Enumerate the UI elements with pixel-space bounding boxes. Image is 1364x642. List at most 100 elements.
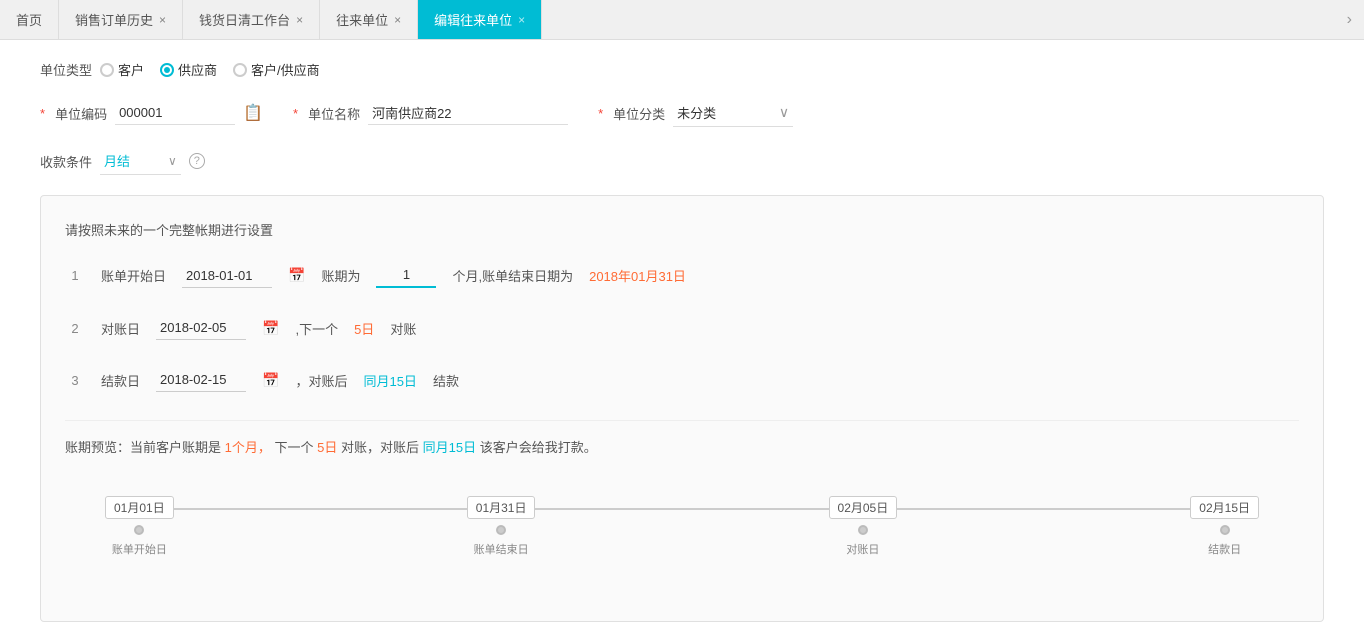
timeline-label-1: 账单开始日 (112, 541, 167, 557)
chevron-down-payment-icon: ∨ (168, 154, 177, 168)
account-start-desc-suffix: 个月,账单结束日期为 (452, 266, 573, 285)
radio-supplier[interactable]: 供应商 (160, 60, 217, 79)
tab-sales-order-history-label: 销售订单历史 (75, 10, 153, 29)
unit-classify-label: 单位分类 (613, 104, 665, 123)
timeline-dot-1 (134, 525, 144, 535)
timeline-label-4: 结款日 (1208, 541, 1241, 557)
timeline-date-1: 01月01日 (105, 496, 174, 519)
reconciliation-desc-suffix: 对账 (390, 319, 416, 338)
preview-text: 账期预览：当前客户账期是 1个月， 下一个 5日 对账，对账后 同月15日 该客… (65, 437, 1299, 456)
tab-bar: 首页 销售订单历史 × 钱货日清工作台 × 往来单位 × 编辑往来单位 × › (0, 0, 1364, 40)
unit-name-required: * (293, 106, 298, 121)
tab-edit-related-unit-close[interactable]: × (518, 13, 525, 27)
tab-cash-goods-work-close[interactable]: × (296, 13, 303, 27)
unit-classify-group: * 单位分类 未分类 ∨ (598, 99, 793, 127)
timeline-node-1: 01月01日 账单开始日 (105, 496, 174, 557)
help-icon[interactable]: ? (189, 153, 205, 169)
unit-code-required: * (40, 106, 45, 121)
timeline-node-3: 02月05日 对账日 (829, 496, 898, 557)
tab-related-unit-close[interactable]: × (394, 13, 401, 27)
period-input[interactable] (376, 263, 436, 288)
preview-part4: 对账，对账后 (341, 440, 419, 455)
unit-type-row: 单位类型 客户 供应商 客户/供应商 (40, 60, 1324, 79)
unit-classify-required: * (598, 106, 603, 121)
unit-classify-value: 未分类 (677, 103, 716, 122)
account-start-desc-prefix: 账期为 (321, 266, 360, 285)
tab-edit-related-unit-label: 编辑往来单位 (434, 10, 512, 29)
unit-classify-select[interactable]: 未分类 ∨ (673, 99, 793, 127)
unit-name-group: * 单位名称 (293, 101, 568, 125)
unit-info-row: * 单位编码 📋 * 单位名称 * 单位分类 未分类 ∨ (40, 99, 1324, 127)
tab-scroll-arrow[interactable]: › (1335, 11, 1364, 29)
settlement-label: 结款日 (101, 371, 140, 390)
unit-code-input[interactable] (115, 101, 235, 125)
reconciliation-calendar-icon[interactable]: 📅 (262, 320, 279, 337)
settlement-row: 3 结款日 📅 ，对账后 同月15日 结款 (65, 368, 1299, 392)
timeline-date-4: 02月15日 (1190, 496, 1259, 519)
reconciliation-label: 对账日 (101, 319, 140, 338)
tab-home[interactable]: 首页 (0, 0, 59, 39)
payment-condition-label: 收款条件 (40, 152, 92, 171)
radio-customer-supplier-label: 客户/供应商 (251, 60, 320, 79)
unit-name-input[interactable] (368, 101, 568, 125)
radio-customer[interactable]: 客户 (100, 60, 144, 79)
reconciliation-date-input[interactable] (156, 316, 246, 340)
preview-part2: 下一个 (275, 440, 314, 455)
unit-name-label: 单位名称 (308, 104, 360, 123)
payment-condition-group: 收款条件 月结 ∨ ? (40, 147, 205, 175)
radio-supplier-label: 供应商 (178, 60, 217, 79)
row-number-1: 1 (65, 268, 85, 283)
tab-edit-related-unit[interactable]: 编辑往来单位 × (418, 0, 542, 39)
row-number-3: 3 (65, 373, 85, 388)
tab-cash-goods-work-label: 钱货日清工作台 (199, 10, 290, 29)
reconciliation-row: 2 对账日 📅 ,下一个 5日 对账 (65, 316, 1299, 340)
radio-customer-label: 客户 (118, 60, 144, 79)
timeline-node-4: 02月15日 结款日 (1190, 496, 1259, 557)
tab-cash-goods-work[interactable]: 钱货日清工作台 × (183, 0, 320, 39)
reconciliation-desc-prefix: ,下一个 (295, 319, 338, 338)
timeline-dot-2 (496, 525, 506, 535)
unit-code-group: * 单位编码 📋 (40, 101, 263, 125)
account-start-date-input[interactable] (182, 264, 272, 288)
payment-condition-row: 收款条件 月结 ∨ ? (40, 147, 1324, 175)
radio-customer-supplier-circle (233, 63, 247, 77)
timeline-nodes: 01月01日 账单开始日 01月31日 账单结束日 02月05日 对账日 (65, 496, 1299, 557)
unit-code-copy-icon[interactable]: 📋 (243, 103, 263, 123)
preview-part3: 5日 (317, 440, 337, 455)
tab-sales-order-history[interactable]: 销售订单历史 × (59, 0, 183, 39)
timeline-dot-3 (858, 525, 868, 535)
radio-supplier-circle (160, 63, 174, 77)
tab-sales-order-history-close[interactable]: × (159, 13, 166, 27)
settlement-date-input[interactable] (156, 368, 246, 392)
unit-type-label: 单位类型 (40, 60, 92, 79)
payment-condition-value: 月结 (104, 151, 164, 170)
preview-part6: 该客户会给我打款。 (480, 440, 597, 455)
chevron-down-icon: ∨ (779, 104, 789, 121)
unit-code-label: 单位编码 (55, 104, 107, 123)
timeline-date-3: 02月05日 (829, 496, 898, 519)
unit-type-group: 单位类型 客户 供应商 客户/供应商 (40, 60, 320, 79)
timeline-date-2: 01月31日 (467, 496, 536, 519)
payment-condition-select[interactable]: 月结 ∨ (100, 147, 181, 175)
settlement-desc-suffix: 结款 (433, 371, 459, 390)
preview-part1: 1个月， (225, 440, 271, 455)
timeline-line (105, 508, 1259, 510)
preview-label: 账期预览：当前客户账期是 (65, 440, 221, 455)
radio-customer-circle (100, 63, 114, 77)
settlement-desc-prefix: ，对账后 (295, 371, 347, 390)
account-start-calendar-icon[interactable]: 📅 (288, 267, 305, 284)
account-start-row: 1 账单开始日 📅 账期为 个月,账单结束日期为 2018年01月31日 (65, 263, 1299, 288)
tab-related-unit[interactable]: 往来单位 × (320, 0, 418, 39)
timeline-dot-4 (1220, 525, 1230, 535)
radio-customer-supplier[interactable]: 客户/供应商 (233, 60, 320, 79)
account-start-label: 账单开始日 (101, 266, 166, 285)
tab-related-unit-label: 往来单位 (336, 10, 388, 29)
preview-section: 账期预览：当前客户账期是 1个月， 下一个 5日 对账，对账后 同月15日 该客… (65, 420, 1299, 597)
timeline-label-2: 账单结束日 (474, 541, 529, 557)
preview-part5: 同月15日 (423, 440, 476, 455)
timeline-label-3: 对账日 (846, 541, 879, 557)
account-end-date-highlight: 2018年01月31日 (589, 266, 686, 285)
settlement-calendar-icon[interactable]: 📅 (262, 372, 279, 389)
tab-home-label: 首页 (16, 10, 42, 29)
settings-title: 请按照未来的一个完整帐期进行设置 (65, 220, 1299, 239)
